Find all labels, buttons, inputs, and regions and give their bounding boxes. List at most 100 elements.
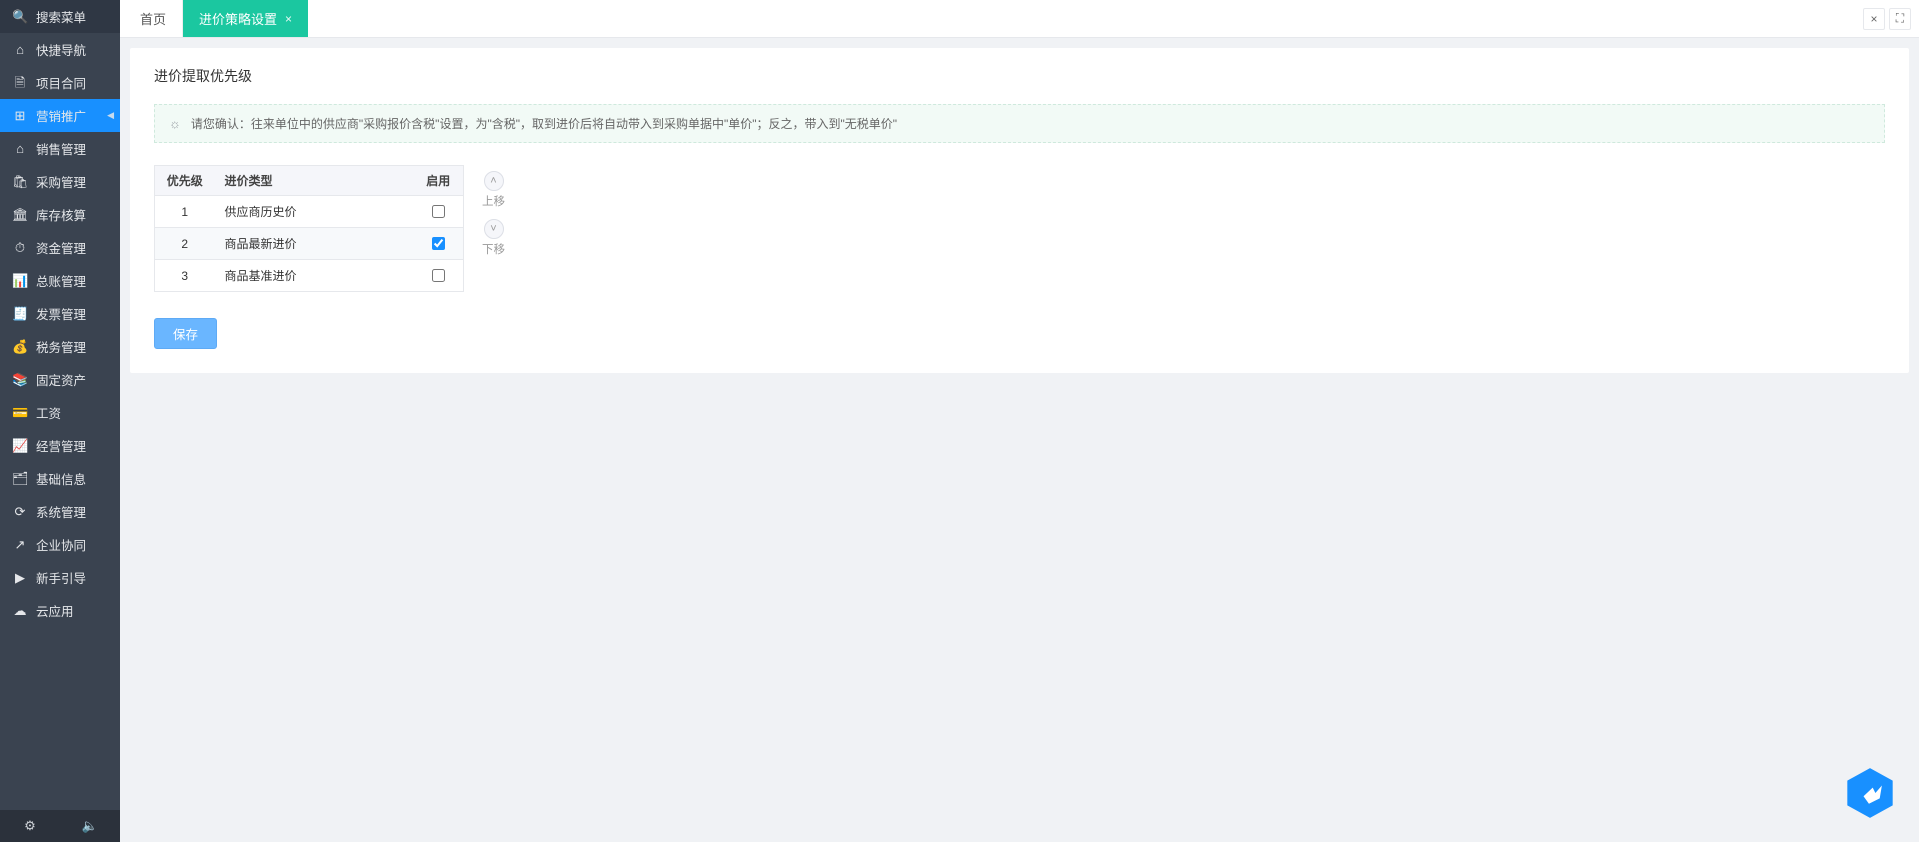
close-icon[interactable]: × [285,12,292,26]
sidebar-item[interactable]: ▶ 新手引导 [0,561,120,594]
sidebar-item-label: 采购管理 [36,172,86,191]
enable-checkbox[interactable] [432,237,445,250]
move-down-label: 下移 [482,241,505,257]
sidebar-footer: ⚙ 🔈 [0,810,120,842]
save-button-label: 保存 [173,328,198,342]
sidebar-item-label: 新手引导 [36,568,86,587]
menu-icon: ▶ [12,571,28,584]
tab-home[interactable]: 首页 [124,0,183,37]
menu-icon: 🏛 [12,208,28,221]
collapse-button[interactable]: 🔈 [60,810,120,842]
sidebar-item-label: 总账管理 [36,271,86,290]
tab-home-label: 首页 [140,9,166,28]
priority-table: 优先级 进价类型 启用 1供应商历史价2商品最新进价3商品基准进价 [154,165,464,292]
cell-type: 商品最新进价 [215,228,414,260]
app-root: 🔍搜索菜单⌂快捷导航🗎项目合同⊞营销推广◀⌂销售管理🛍采购管理🏛库存核算⏱资金管… [0,0,1919,842]
expand-icon: ⛶ [1896,11,1904,26]
chat-float-button[interactable] [1843,766,1897,820]
enable-checkbox[interactable] [432,205,445,218]
sidebar-item[interactable]: ⏱资金管理 [0,231,120,264]
sidebar-item[interactable]: ☁ 云应用 [0,594,120,627]
sidebar-item[interactable]: 📈经营管理 [0,429,120,462]
sidebar-item[interactable]: 📊 总账管理 [0,264,120,297]
page-title: 进价提取优先级 [154,66,1885,86]
menu-icon: 💰 [12,340,28,353]
menu-icon: ⏱ [12,241,28,254]
volume-icon: 🔈 [82,818,98,834]
menu-icon: 📚 [12,373,28,386]
close-icon: × [1870,12,1877,26]
fullscreen-button[interactable]: ⛶ [1889,8,1911,30]
move-down-button[interactable]: ˅ [484,219,504,239]
cell-type: 供应商历史价 [215,196,414,228]
tab-active[interactable]: 进价策略设置 × [183,0,308,37]
sidebar-item[interactable]: ⌂快捷导航 [0,33,120,66]
table-row[interactable]: 2商品最新进价 [155,228,464,260]
content-panel: 进价提取优先级 ☼ 请您确认：往来单位中的供应商"采购报价含税"设置，为"含税"… [130,48,1909,373]
tab-close-all-button[interactable]: × [1863,8,1885,30]
sidebar-item[interactable]: ⟳系统管理 [0,495,120,528]
sidebar-item[interactable]: 💰税务管理 [0,330,120,363]
tabbar-tools: × ⛶ [1863,0,1915,37]
sidebar-item-label: 工资 [36,403,61,422]
chevron-up-icon: ˄ [490,175,496,187]
hexagon-bird-icon [1843,766,1897,820]
sidebar-item-label: 云应用 [36,601,74,620]
table-row[interactable]: 1供应商历史价 [155,196,464,228]
col-header-type: 进价类型 [215,166,414,196]
sidebar-item-label: 库存核算 [36,205,86,224]
settings-button[interactable]: ⚙ [0,810,60,842]
menu-icon: ⌂ [12,142,28,155]
menu-icon: 📈 [12,439,28,452]
move-up-group: ˄ 上移 [482,171,505,209]
cell-priority: 3 [155,260,215,292]
col-header-enabled: 启用 [414,166,464,196]
sidebar-item[interactable]: 💳 工资 [0,396,120,429]
chevron-down-icon: ˅ [490,223,496,235]
menu-icon: 🛍 [12,175,28,188]
sidebar-item[interactable]: ⊞营销推广◀ [0,99,120,132]
menu-icon: ☁ [12,604,28,617]
main: 首页 进价策略设置 × × ⛶ 进价提取优先级 ☼ 请您确认：往来单位中的供应商… [120,0,1919,842]
sidebar-item[interactable]: ↗ 企业协同 [0,528,120,561]
menu-icon: ↗ [12,538,28,551]
save-row: 保存 [154,318,1885,349]
tab-active-label: 进价策略设置 [199,9,277,28]
sidebar-item-label: 销售管理 [36,139,86,158]
table-row[interactable]: 3商品基准进价 [155,260,464,292]
lightbulb-icon: ☼ [169,116,181,131]
sidebar: 🔍搜索菜单⌂快捷导航🗎项目合同⊞营销推广◀⌂销售管理🛍采购管理🏛库存核算⏱资金管… [0,0,120,842]
menu-icon: ⊞ [12,109,28,122]
cell-priority: 1 [155,196,215,228]
sidebar-item-label: 搜索菜单 [36,7,86,26]
sidebar-item[interactable]: 🏛 库存核算 [0,198,120,231]
sidebar-item[interactable]: 📚固定资产 [0,363,120,396]
cell-type: 商品基准进价 [215,260,414,292]
order-controls: ˄ 上移 ˅ 下移 [482,165,505,257]
save-button[interactable]: 保存 [154,318,217,349]
menu-icon: 💳 [12,406,28,419]
menu-icon: 🧾 [12,307,28,320]
sidebar-item[interactable]: ⌂ 销售管理 [0,132,120,165]
sidebar-item[interactable]: 🗎项目合同 [0,66,120,99]
menu-icon: 📊 [12,274,28,287]
menu-icon: 🗂 [12,472,28,485]
col-header-priority: 优先级 [155,166,215,196]
sidebar-item[interactable]: 🔍 搜索菜单 [0,0,120,33]
sidebar-item-label: 项目合同 [36,73,86,92]
info-banner: ☼ 请您确认：往来单位中的供应商"采购报价含税"设置，为"含税"，取到进价后将自… [154,104,1885,143]
move-up-button[interactable]: ˄ [484,171,504,191]
cell-enabled [414,228,464,260]
sidebar-item-label: 营销推广 [36,106,86,125]
tabbar-spacer [308,0,1863,37]
sidebar-item[interactable]: 🗂 基础信息 [0,462,120,495]
sidebar-item-label: 基础信息 [36,469,86,488]
sidebar-item-label: 企业协同 [36,535,86,554]
menu-icon: 🔍 [12,10,28,23]
cell-enabled [414,260,464,292]
sidebar-item[interactable]: 🧾发票管理 [0,297,120,330]
move-down-group: ˅ 下移 [482,219,505,257]
enable-checkbox[interactable] [432,269,445,282]
sidebar-item[interactable]: 🛍 采购管理 [0,165,120,198]
info-text: 请您确认：往来单位中的供应商"采购报价含税"设置，为"含税"，取到进价后将自动带… [191,115,897,132]
